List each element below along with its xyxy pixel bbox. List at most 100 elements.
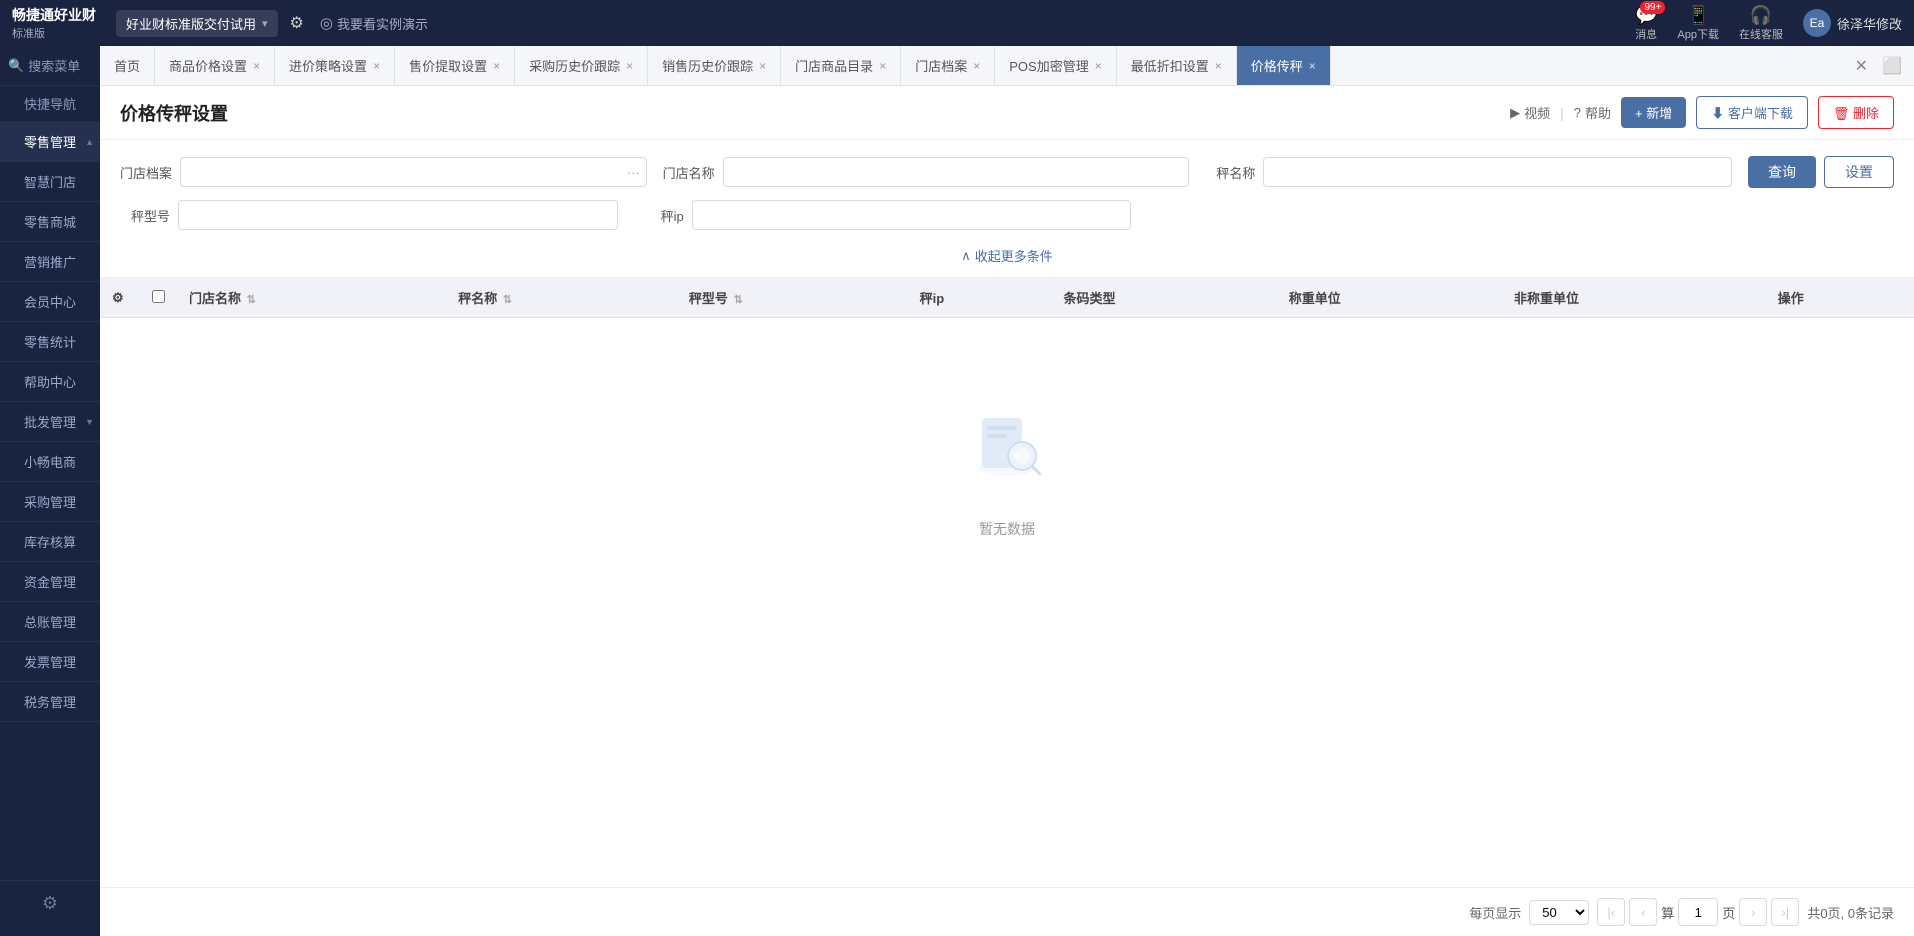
last-page-button[interactable]: ›| bbox=[1771, 898, 1799, 926]
sidebar-item-label: 发票管理 bbox=[24, 655, 76, 670]
tab-close-icon[interactable]: × bbox=[879, 59, 886, 73]
delete-button[interactable]: 🗑 删除 bbox=[1818, 96, 1894, 129]
tab-label: 采购历史价跟踪 bbox=[529, 56, 620, 75]
tab-store-profile[interactable]: 门店档案 × bbox=[901, 46, 995, 86]
th-scale-model-label: 秤型号 bbox=[689, 291, 728, 306]
ellipsis-icon[interactable]: ··· bbox=[621, 165, 646, 180]
tab-close-icon[interactable]: × bbox=[493, 59, 500, 73]
empty-text: 暂无数据 bbox=[979, 519, 1035, 539]
sidebar-item-tax-mgmt[interactable]: 税务管理 bbox=[0, 682, 100, 722]
store-name-input[interactable] bbox=[723, 157, 1190, 187]
prev-page-button[interactable]: ‹ bbox=[1629, 898, 1657, 926]
next-page-button[interactable]: › bbox=[1739, 898, 1767, 926]
message-action[interactable]: 💬 消息 99+ bbox=[1635, 5, 1657, 42]
tab-purchase-history[interactable]: 采购历史价跟踪 × bbox=[515, 46, 648, 86]
sidebar-item-retail-mall[interactable]: 零售商城 bbox=[0, 202, 100, 242]
tab-store-catalog[interactable]: 门店商品目录 × bbox=[781, 46, 901, 86]
add-button[interactable]: + 新增 bbox=[1621, 97, 1686, 128]
app-download-action[interactable]: 📱 App下载 bbox=[1677, 5, 1719, 42]
sidebar-gear-icon[interactable]: ⚙ bbox=[0, 880, 100, 926]
tab-close-icon[interactable]: × bbox=[253, 59, 260, 73]
tab-label: 门店档案 bbox=[915, 56, 967, 75]
demo-link[interactable]: ◎ 我要看实例演示 bbox=[320, 14, 428, 33]
tab-price-scale[interactable]: 价格传秤 × bbox=[1237, 46, 1331, 86]
tab-home[interactable]: 首页 bbox=[100, 46, 155, 86]
scale-model-input[interactable] bbox=[178, 200, 618, 230]
th-action-label: 操作 bbox=[1778, 291, 1804, 306]
sort-icon[interactable]: ⇅ bbox=[503, 294, 512, 306]
settings-button[interactable]: 设置 bbox=[1824, 156, 1894, 188]
sidebar-item-label: 采购管理 bbox=[24, 495, 76, 510]
quicknav-label: 快捷导航 bbox=[24, 97, 76, 112]
tab-close-all-icon[interactable]: ✕ bbox=[1851, 54, 1872, 78]
sort-icon[interactable]: ⇅ bbox=[734, 294, 743, 306]
version-selector[interactable]: 好业财标准版交付试用 ▾ bbox=[116, 10, 278, 37]
sidebar-search[interactable]: 🔍 搜索菜单 bbox=[0, 46, 100, 86]
scale-ip-input[interactable] bbox=[692, 200, 1132, 230]
tab-close-icon[interactable]: × bbox=[1095, 59, 1102, 73]
tab-min-discount[interactable]: 最低折扣设置 × bbox=[1117, 46, 1237, 86]
user-name: 徐泽华修改 bbox=[1837, 14, 1902, 33]
tab-close-icon[interactable]: × bbox=[973, 59, 980, 73]
sidebar-item-label: 零售统计 bbox=[24, 335, 76, 350]
query-button[interactable]: 查询 bbox=[1748, 156, 1816, 188]
online-service-action[interactable]: 🎧 在线客服 bbox=[1739, 5, 1783, 42]
tab-close-icon[interactable]: × bbox=[1215, 59, 1222, 73]
gear-icon[interactable]: ⚙ bbox=[112, 290, 124, 305]
pagination-summary: 共0页, 0条记录 bbox=[1807, 903, 1894, 922]
help-label: 帮助 bbox=[1585, 103, 1611, 122]
th-scale-ip-label: 秤ip bbox=[920, 291, 945, 306]
tab-sale-pickup[interactable]: 售价提取设置 × bbox=[395, 46, 515, 86]
message-label: 消息 bbox=[1635, 26, 1657, 42]
sidebar: 🔍 搜索菜单 快捷导航 零售管理 智慧门店 零售商城 营销推广 会员中心 bbox=[0, 46, 100, 936]
sidebar-item-general-ledger[interactable]: 总账管理 bbox=[0, 602, 100, 642]
first-page-button[interactable]: |‹ bbox=[1597, 898, 1625, 926]
download-button[interactable]: ⬇ 客户端下载 bbox=[1696, 96, 1808, 129]
sidebar-item-finance[interactable]: 资金管理 bbox=[0, 562, 100, 602]
tab-price-settings[interactable]: 商品价格设置 × bbox=[155, 46, 275, 86]
app-download-label: App下载 bbox=[1677, 26, 1719, 42]
sidebar-item-label: 资金管理 bbox=[24, 575, 76, 590]
th-weight-unit: 称重单位 bbox=[1277, 278, 1502, 318]
video-link[interactable]: ▶ 视频 bbox=[1510, 103, 1550, 122]
tab-expand-icon[interactable]: ⬜ bbox=[1878, 54, 1906, 78]
tab-sale-history[interactable]: 销售历史价跟踪 × bbox=[648, 46, 781, 86]
help-link[interactable]: ? 帮助 bbox=[1574, 103, 1611, 122]
collapse-button[interactable]: ∧ 收起更多条件 bbox=[961, 246, 1053, 265]
search-icon: 🔍 bbox=[8, 58, 24, 74]
sidebar-item-label: 会员中心 bbox=[24, 295, 76, 310]
tab-label: 商品价格设置 bbox=[169, 56, 247, 75]
sidebar-item-retail-mgmt[interactable]: 零售管理 bbox=[0, 122, 100, 162]
sidebar-item-inventory[interactable]: 库存核算 bbox=[0, 522, 100, 562]
tab-close-icon[interactable]: × bbox=[373, 59, 380, 73]
sidebar-item-purchase-mgmt[interactable]: 采购管理 bbox=[0, 482, 100, 522]
sidebar-item-xiaochang-ec[interactable]: 小畅电商 bbox=[0, 442, 100, 482]
th-scale-ip: 秤ip bbox=[908, 278, 1052, 318]
video-icon: ▶ bbox=[1510, 105, 1520, 121]
settings-icon[interactable]: ⚙ bbox=[290, 13, 304, 33]
tab-pos-encrypt[interactable]: POS加密管理 × bbox=[995, 46, 1116, 86]
sidebar-quicknav[interactable]: 快捷导航 bbox=[0, 86, 100, 122]
page-input[interactable] bbox=[1678, 898, 1718, 926]
select-all-checkbox[interactable] bbox=[152, 290, 165, 303]
chevron-down-icon: ▾ bbox=[262, 17, 268, 30]
sidebar-item-retail-stats[interactable]: 零售统计 bbox=[0, 322, 100, 362]
avatar: Ea bbox=[1803, 9, 1831, 37]
app-logo: 畅捷通好业财 标准版 bbox=[12, 5, 96, 41]
per-page-select[interactable]: 50 10 20 100 bbox=[1529, 900, 1589, 925]
tab-close-icon[interactable]: × bbox=[1309, 59, 1316, 73]
store-profile-input[interactable] bbox=[181, 158, 621, 186]
sidebar-item-help-center[interactable]: 帮助中心 bbox=[0, 362, 100, 402]
tab-close-icon[interactable]: × bbox=[759, 59, 766, 73]
tab-label: 价格传秤 bbox=[1251, 56, 1303, 75]
sort-icon[interactable]: ⇅ bbox=[247, 294, 256, 306]
sidebar-item-smart-store[interactable]: 智慧门店 bbox=[0, 162, 100, 202]
tab-purchase-strategy[interactable]: 进价策略设置 × bbox=[275, 46, 395, 86]
tab-close-icon[interactable]: × bbox=[626, 59, 633, 73]
sidebar-item-marketing[interactable]: 营销推广 bbox=[0, 242, 100, 282]
sidebar-item-invoice-mgmt[interactable]: 发票管理 bbox=[0, 642, 100, 682]
sidebar-item-wholesale-mgmt[interactable]: 批发管理 bbox=[0, 402, 100, 442]
scale-name-input[interactable] bbox=[1263, 157, 1732, 187]
user-info[interactable]: Ea 徐泽华修改 bbox=[1803, 9, 1902, 37]
sidebar-item-member[interactable]: 会员中心 bbox=[0, 282, 100, 322]
